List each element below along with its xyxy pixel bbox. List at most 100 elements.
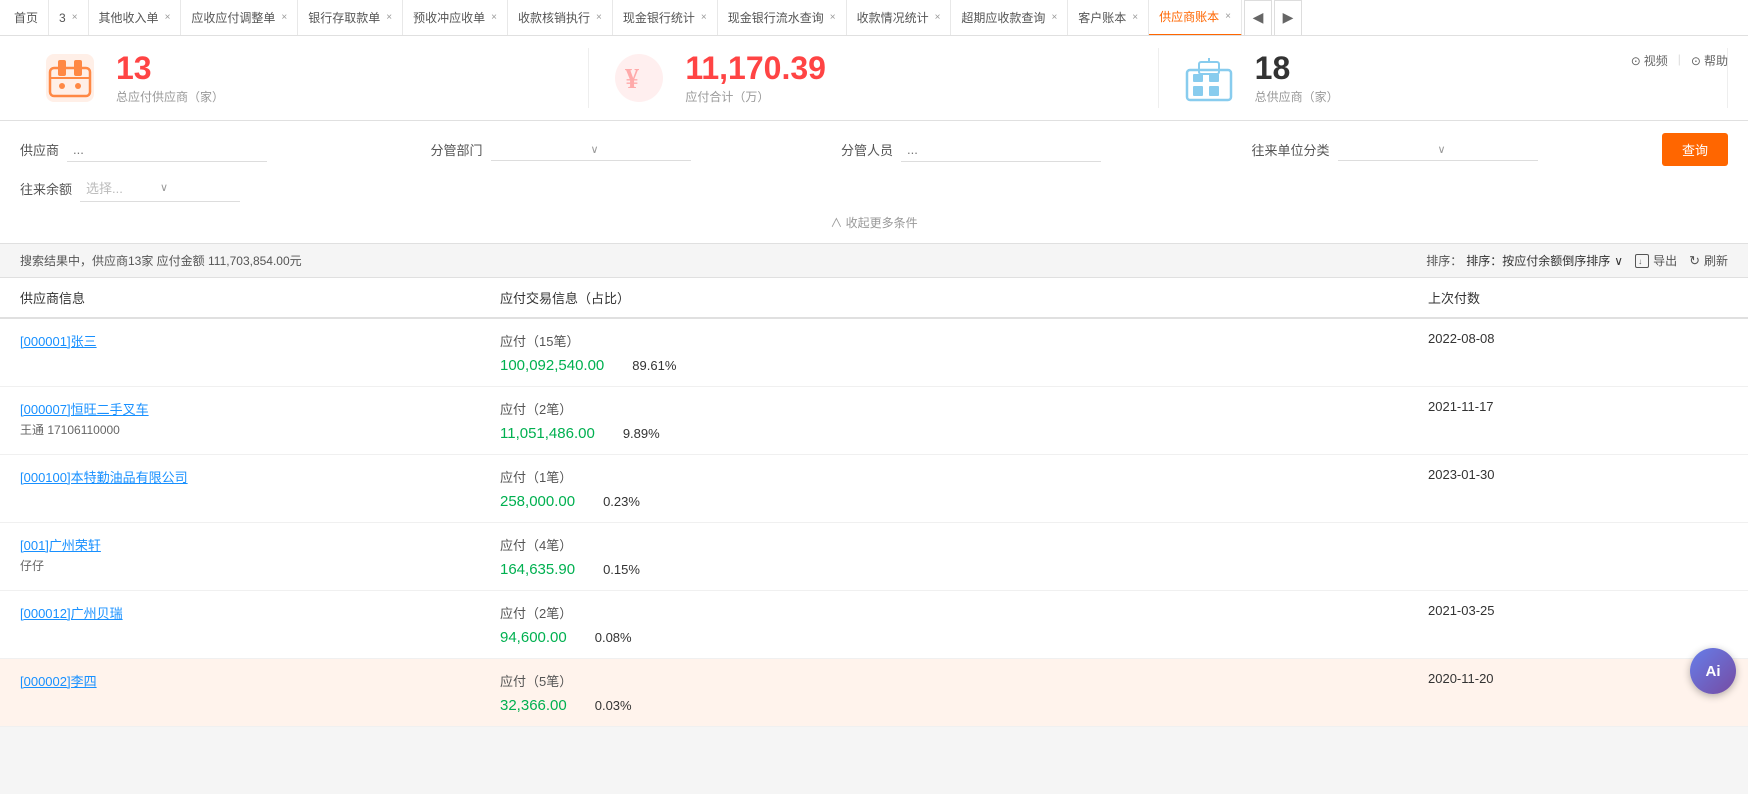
table-body: [000001]张三 应付（15笔） 100,092,540.00 89.61%…	[0, 319, 1748, 727]
filter-item-supplier: 供应商	[20, 138, 415, 162]
tx-amount-0[interactable]: 100,092,540.00	[500, 357, 604, 374]
tx-label-0: 应付（15笔）	[500, 331, 1428, 350]
table-row: [000012]广州贝瑞 应付（2笔） 94,600.00 0.08% 2021…	[0, 591, 1748, 659]
tx-amount-4[interactable]: 94,600.00	[500, 629, 567, 646]
balance-filter-label: 往来余额	[20, 179, 72, 198]
nav-tab-prepay[interactable]: 预收冲应收单 ×	[403, 0, 508, 36]
nav-tab-overdue-close[interactable]: ×	[1051, 12, 1057, 23]
nav-tab-customer-ledger[interactable]: 客户账本 ×	[1068, 0, 1149, 36]
nav-tab-cash-flow[interactable]: 现金银行流水查询 ×	[718, 0, 847, 36]
svg-text:¥: ¥	[625, 64, 639, 95]
dept-filter-label: 分管部门	[431, 140, 483, 159]
nav-tab-3[interactable]: 3 ×	[49, 0, 89, 36]
nav-tab-other-income-close[interactable]: ×	[165, 12, 171, 23]
last-pay-2: 2023-01-30	[1428, 467, 1495, 482]
table-row: [000002]李四 应付（5笔） 32,366.00 0.03% 2020-1…	[0, 659, 1748, 727]
nav-tab-3-close[interactable]: ×	[72, 12, 78, 23]
supplier-link-4[interactable]: [000012]广州贝瑞	[20, 606, 123, 621]
nav-tab-cash-stats-close[interactable]: ×	[701, 12, 707, 23]
collapse-bar[interactable]: ∧ 收起更多条件	[20, 210, 1728, 235]
payable-suppliers-label: 总应付供应商（家）	[116, 88, 224, 105]
tx-amount-3[interactable]: 164,635.90	[500, 561, 575, 578]
tx-amount-2[interactable]: 258,000.00	[500, 493, 575, 510]
person-filter-label: 分管人员	[841, 140, 893, 159]
nav-tab-home-label: 首页	[14, 9, 38, 26]
nav-tab-adjust-close[interactable]: ×	[281, 12, 287, 23]
tx-percent-4: 0.08%	[595, 630, 632, 645]
nav-tab-overdue[interactable]: 超期应收款查询 ×	[951, 0, 1068, 36]
supplier-link-2[interactable]: [000100]本特勤油品有限公司	[20, 470, 188, 485]
tx-percent-0: 89.61%	[632, 358, 676, 373]
dept-dropdown-arrow: ∨	[591, 143, 685, 156]
supplier-cell-5: [000002]李四	[20, 671, 500, 690]
nav-tab-supplier-ledger[interactable]: 供应商账本 ×	[1149, 0, 1242, 36]
supplier-filter-input[interactable]	[67, 138, 267, 162]
filter-item-balance: 往来余额 选择... ∨	[20, 174, 280, 202]
nav-tab-cash-stats-label: 现金银行统计	[623, 9, 695, 26]
nav-tab-supplier-ledger-close[interactable]: ×	[1225, 11, 1231, 22]
tx-label-2: 应付（1笔）	[500, 467, 1428, 486]
table-row: [001]广州荣轩 仔仔 应付（4笔） 164,635.90 0.15%	[0, 523, 1748, 591]
sort-arrow-icon: ∨	[1614, 254, 1623, 268]
nav-tab-collection-close[interactable]: ×	[596, 12, 602, 23]
nav-tab-customer-ledger-close[interactable]: ×	[1132, 12, 1138, 23]
supplier-cell-1: [000007]恒旺二手叉车 王通 17106110000	[20, 399, 500, 438]
query-button[interactable]: 查询	[1662, 133, 1728, 166]
nav-tab-prepay-close[interactable]: ×	[491, 12, 497, 23]
sort-selector[interactable]: 排序： 排序：按应付余额倒序排序 ∨	[1426, 252, 1623, 269]
nav-tab-adjust[interactable]: 应收应付调整单 ×	[181, 0, 298, 36]
total-suppliers-icon	[1179, 48, 1239, 108]
video-link[interactable]: ⊙视频	[1631, 52, 1668, 69]
dept-filter-select[interactable]: ∨	[491, 139, 691, 161]
last-pay-1: 2021-11-17	[1428, 399, 1494, 414]
table-row: [000100]本特勤油品有限公司 应付（1笔） 258,000.00 0.23…	[0, 455, 1748, 523]
nav-tab-bank[interactable]: 银行存取款单 ×	[298, 0, 403, 36]
supplier-filter-label: 供应商	[20, 140, 59, 159]
refresh-button[interactable]: ↻ 刷新	[1689, 252, 1728, 269]
tx-cell-2: 应付（1笔） 258,000.00 0.23%	[500, 467, 1428, 510]
refresh-icon: ↻	[1689, 253, 1700, 269]
col-header-supplier: 供应商信息	[20, 288, 500, 307]
nav-tab-collection[interactable]: 收款核销执行 ×	[508, 0, 613, 36]
nav-tab-receipt-stats[interactable]: 收款情况统计 ×	[847, 0, 952, 36]
stat-info-total-suppliers: 18 总供应商（家）	[1255, 52, 1339, 105]
nav-tab-bank-close[interactable]: ×	[386, 12, 392, 23]
supplier-link-0[interactable]: [000001]张三	[20, 334, 97, 349]
nav-tab-cash-flow-close[interactable]: ×	[830, 12, 836, 23]
nav-tab-cash-stats[interactable]: 现金银行统计 ×	[613, 0, 718, 36]
balance-dropdown-arrow: ∨	[160, 181, 234, 194]
tx-amount-5[interactable]: 32,366.00	[500, 697, 567, 714]
balance-filter-select[interactable]: 选择... ∨	[80, 174, 240, 202]
table-header: 供应商信息 应付交易信息（占比） 上次付数	[0, 278, 1748, 319]
tx-amount-1[interactable]: 11,051,486.00	[500, 425, 595, 442]
help-link[interactable]: ⊙帮助	[1691, 52, 1728, 69]
nav-tab-adjust-label: 应收应付调整单	[191, 9, 275, 26]
export-button[interactable]: ↓ 导出	[1635, 252, 1677, 269]
nav-arrow-left[interactable]: ◀	[1244, 0, 1272, 36]
tx-cell-4: 应付（2笔） 94,600.00 0.08%	[500, 603, 1428, 646]
supplier-link-5[interactable]: [000002]李四	[20, 674, 97, 689]
filter-row-2: 往来余额 选择... ∨	[20, 174, 1728, 202]
lastpay-cell-5: 2020-11-20	[1428, 671, 1728, 686]
supplier-link-1[interactable]: [000007]恒旺二手叉车	[20, 402, 149, 417]
balance-filter-value: 选择...	[86, 178, 160, 197]
results-right: 排序： 排序：按应付余额倒序排序 ∨ ↓ 导出 ↻ 刷新	[1426, 252, 1728, 269]
tx-cell-3: 应付（4笔） 164,635.90 0.15%	[500, 535, 1428, 578]
nav-tab-other-income[interactable]: 其他收入单 ×	[89, 0, 182, 36]
person-filter-input[interactable]	[901, 138, 1101, 162]
nav-tab-receipt-stats-close[interactable]: ×	[935, 12, 941, 23]
col-header-tx: 应付交易信息（占比）	[500, 288, 1428, 307]
ai-badge[interactable]: Ai	[1690, 648, 1736, 694]
tx-percent-2: 0.23%	[603, 494, 640, 509]
supplier-link-3[interactable]: [001]广州荣轩	[20, 538, 101, 553]
nav-tab-customer-ledger-label: 客户账本	[1078, 9, 1126, 26]
nav-tab-home[interactable]: 首页	[4, 0, 49, 36]
tx-row-3: 164,635.90 0.15%	[500, 558, 1428, 578]
nav-tab-supplier-ledger-label: 供应商账本	[1159, 8, 1219, 25]
payable-suppliers-icon	[40, 48, 100, 108]
export-label: 导出	[1653, 252, 1677, 269]
tx-label-5: 应付（5笔）	[500, 671, 1428, 690]
table-row: [000001]张三 应付（15笔） 100,092,540.00 89.61%…	[0, 319, 1748, 387]
category-filter-select[interactable]: ∨	[1338, 139, 1538, 161]
nav-arrow-right[interactable]: ▶	[1274, 0, 1302, 36]
